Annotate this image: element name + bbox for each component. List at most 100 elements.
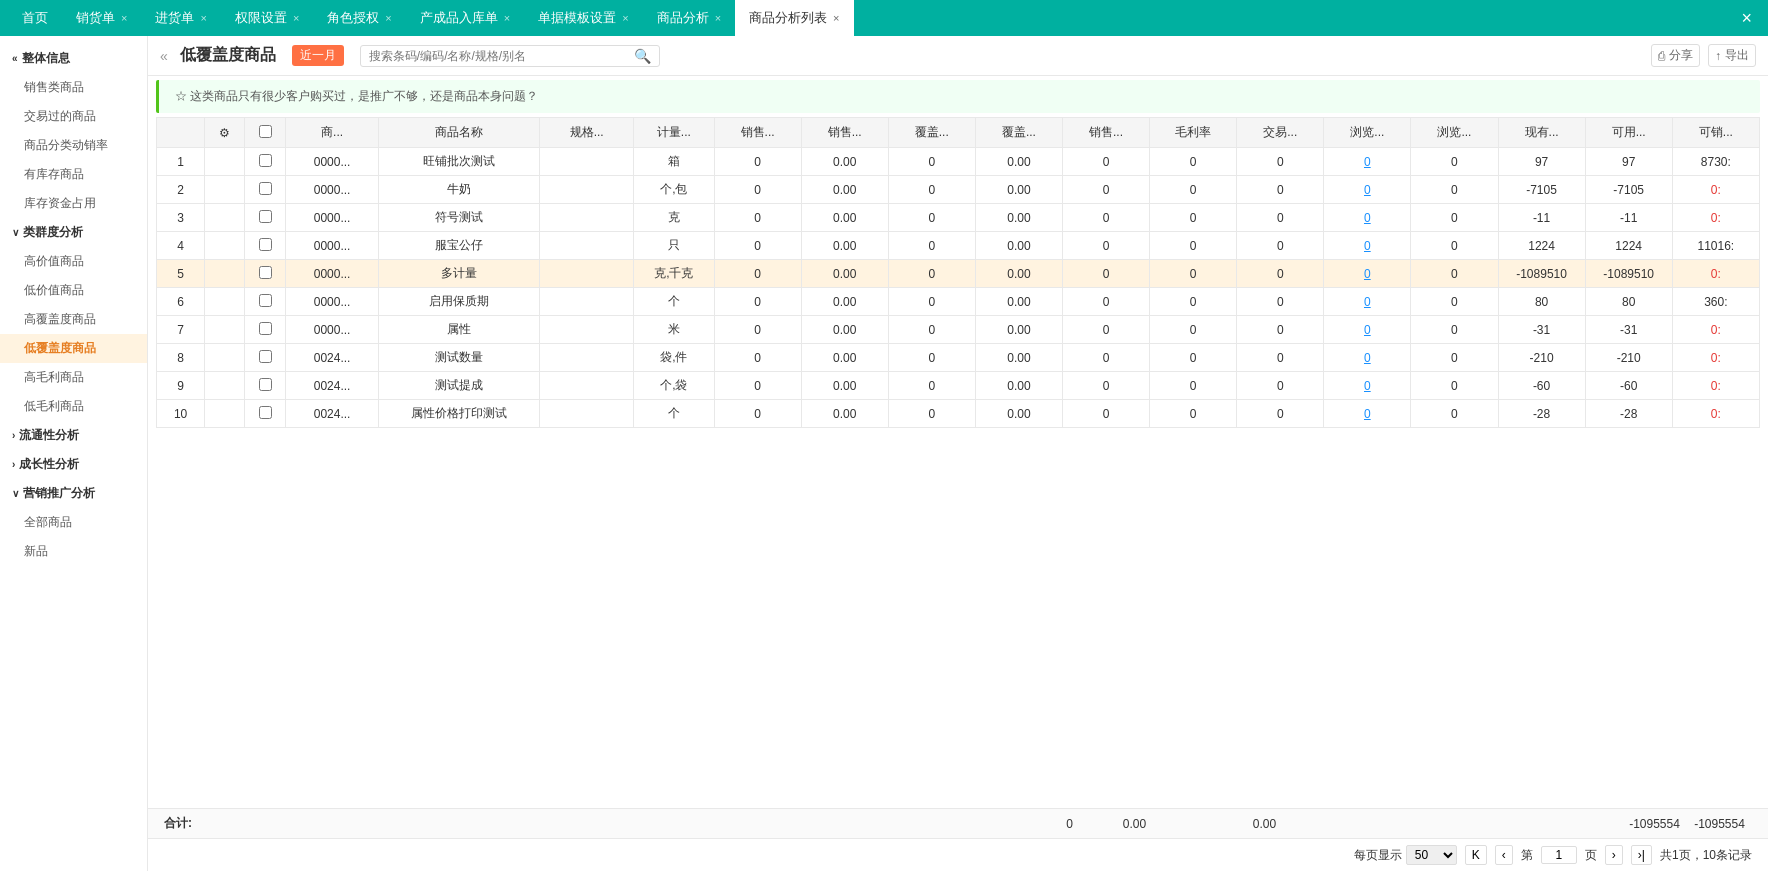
cell-checkbox[interactable] <box>245 344 285 372</box>
row-checkbox[interactable] <box>259 210 272 223</box>
cell-code: 0000... <box>285 232 379 260</box>
sidebar-item-sales-goods[interactable]: 销售类商品 <box>0 73 147 102</box>
nav-permission-settings[interactable]: 权限设置 × <box>221 0 313 36</box>
share-icon: ⎙ <box>1658 49 1665 63</box>
sidebar-item-traded-goods[interactable]: 交易过的商品 <box>0 102 147 131</box>
cell-empty <box>205 316 245 344</box>
last-page-button[interactable]: ›| <box>1631 845 1652 865</box>
cell-empty <box>205 400 245 428</box>
cell-browse1[interactable]: 0 <box>1324 316 1411 344</box>
export-button[interactable]: ↑ 导出 <box>1708 44 1756 67</box>
nav-close-icon[interactable]: × <box>622 12 628 24</box>
cell-trade: 0 <box>1237 372 1324 400</box>
search-input[interactable] <box>369 49 634 63</box>
cell-checkbox[interactable] <box>245 232 285 260</box>
sidebar-item-low-margin[interactable]: 低毛利商品 <box>0 392 147 421</box>
col-settings-header[interactable]: ⚙ <box>205 118 245 148</box>
row-checkbox[interactable] <box>259 266 272 279</box>
prev-page-button[interactable]: ‹ <box>1495 845 1513 865</box>
nav-product-analysis[interactable]: 商品分析 × <box>643 0 735 36</box>
cell-sales-qty: 0 <box>714 204 801 232</box>
cell-sales3: 0 <box>1062 260 1149 288</box>
sidebar-item-low-coverage[interactable]: 低覆盖度商品 <box>0 334 147 363</box>
sidebar-item-stock-goods[interactable]: 有库存商品 <box>0 160 147 189</box>
cell-num: 3 <box>157 204 205 232</box>
cell-browse1[interactable]: 0 <box>1324 260 1411 288</box>
cell-browse1[interactable]: 0 <box>1324 148 1411 176</box>
nav-close-icon[interactable]: × <box>385 12 391 24</box>
cell-cover2: 0.00 <box>975 288 1062 316</box>
cell-browse1[interactable]: 0 <box>1324 232 1411 260</box>
sidebar-item-all-goods[interactable]: 全部商品 <box>0 508 147 537</box>
nav-purchase-order[interactable]: 进货单 × <box>141 0 220 36</box>
table-row: 8 0024... 测试数量 袋,件 0 0.00 0 0.00 0 0 0 0… <box>157 344 1760 372</box>
cell-checkbox[interactable] <box>245 148 285 176</box>
sidebar-section-marketing[interactable]: ∨ 营销推广分析 <box>0 479 147 508</box>
cell-checkbox[interactable] <box>245 400 285 428</box>
nav-template-settings[interactable]: 单据模板设置 × <box>524 0 642 36</box>
cell-checkbox[interactable] <box>245 260 285 288</box>
page-number-input[interactable] <box>1541 846 1577 864</box>
sidebar-section-cluster[interactable]: ∨ 类群度分析 <box>0 218 147 247</box>
row-checkbox[interactable] <box>259 322 272 335</box>
sidebar-section-liquidity[interactable]: › 流通性分析 <box>0 421 147 450</box>
nav-sales-order[interactable]: 销货单 × <box>62 0 141 36</box>
cell-checkbox[interactable] <box>245 204 285 232</box>
sidebar-item-category-rate[interactable]: 商品分类动销率 <box>0 131 147 160</box>
cell-browse1[interactable]: 0 <box>1324 204 1411 232</box>
sidebar-section-overall[interactable]: « 整体信息 <box>0 44 147 73</box>
nav-home[interactable]: 首页 <box>8 0 62 36</box>
cell-browse1[interactable]: 0 <box>1324 400 1411 428</box>
col-code-header: 商... <box>285 118 379 148</box>
cell-checkbox[interactable] <box>245 176 285 204</box>
sidebar-section-growth[interactable]: › 成长性分析 <box>0 450 147 479</box>
table-row: 9 0024... 测试提成 个,袋 0 0.00 0 0.00 0 0 0 0… <box>157 372 1760 400</box>
nav-close-icon[interactable]: × <box>200 12 206 24</box>
window-close-button[interactable]: × <box>1733 8 1760 29</box>
share-button[interactable]: ⎙ 分享 <box>1651 44 1700 67</box>
nav-product-analysis-list[interactable]: 商品分析列表 × <box>735 0 853 36</box>
cell-checkbox[interactable] <box>245 316 285 344</box>
sidebar-item-new-goods[interactable]: 新品 <box>0 537 147 566</box>
row-checkbox[interactable] <box>259 154 272 167</box>
row-checkbox[interactable] <box>259 238 272 251</box>
cell-name: 属性价格打印测试 <box>379 400 540 428</box>
next-page-button[interactable]: › <box>1605 845 1623 865</box>
sidebar-item-low-value[interactable]: 低价值商品 <box>0 276 147 305</box>
sidebar-item-stock-capital[interactable]: 库存资金占用 <box>0 189 147 218</box>
select-all-checkbox[interactable] <box>259 125 272 138</box>
sidebar-item-high-margin[interactable]: 高毛利商品 <box>0 363 147 392</box>
sidebar-item-high-value[interactable]: 高价值商品 <box>0 247 147 276</box>
nav-close-icon[interactable]: × <box>504 12 510 24</box>
sidebar-collapse-button[interactable]: « <box>160 48 168 64</box>
cell-name: 测试数量 <box>379 344 540 372</box>
time-filter-button[interactable]: 近一月 <box>292 45 344 66</box>
cell-empty <box>205 344 245 372</box>
cell-sales-qty: 0 <box>714 288 801 316</box>
cell-browse1[interactable]: 0 <box>1324 372 1411 400</box>
page-size-select[interactable]: 20 50 100 <box>1406 845 1457 865</box>
nav-close-icon[interactable]: × <box>121 12 127 24</box>
sidebar-item-high-coverage[interactable]: 高覆盖度商品 <box>0 305 147 334</box>
row-checkbox[interactable] <box>259 182 272 195</box>
row-checkbox[interactable] <box>259 378 272 391</box>
search-box: 🔍 <box>360 45 660 67</box>
nav-close-icon[interactable]: × <box>293 12 299 24</box>
cell-browse1[interactable]: 0 <box>1324 176 1411 204</box>
first-page-button[interactable]: K <box>1465 845 1487 865</box>
cell-browse1[interactable]: 0 <box>1324 288 1411 316</box>
cell-cover2: 0.00 <box>975 372 1062 400</box>
row-checkbox[interactable] <box>259 294 272 307</box>
cell-checkbox[interactable] <box>245 372 285 400</box>
nav-role-auth[interactable]: 角色授权 × <box>313 0 405 36</box>
nav-product-inbound[interactable]: 产成品入库单 × <box>406 0 524 36</box>
cell-checkbox[interactable] <box>245 288 285 316</box>
nav-close-icon[interactable]: × <box>833 12 839 24</box>
cell-browse1[interactable]: 0 <box>1324 344 1411 372</box>
row-checkbox[interactable] <box>259 350 272 363</box>
page-label: 第 <box>1521 847 1533 864</box>
nav-close-icon[interactable]: × <box>715 12 721 24</box>
row-checkbox[interactable] <box>259 406 272 419</box>
col-checkbox-header[interactable] <box>245 118 285 148</box>
settings-icon[interactable]: ⚙ <box>219 126 230 140</box>
